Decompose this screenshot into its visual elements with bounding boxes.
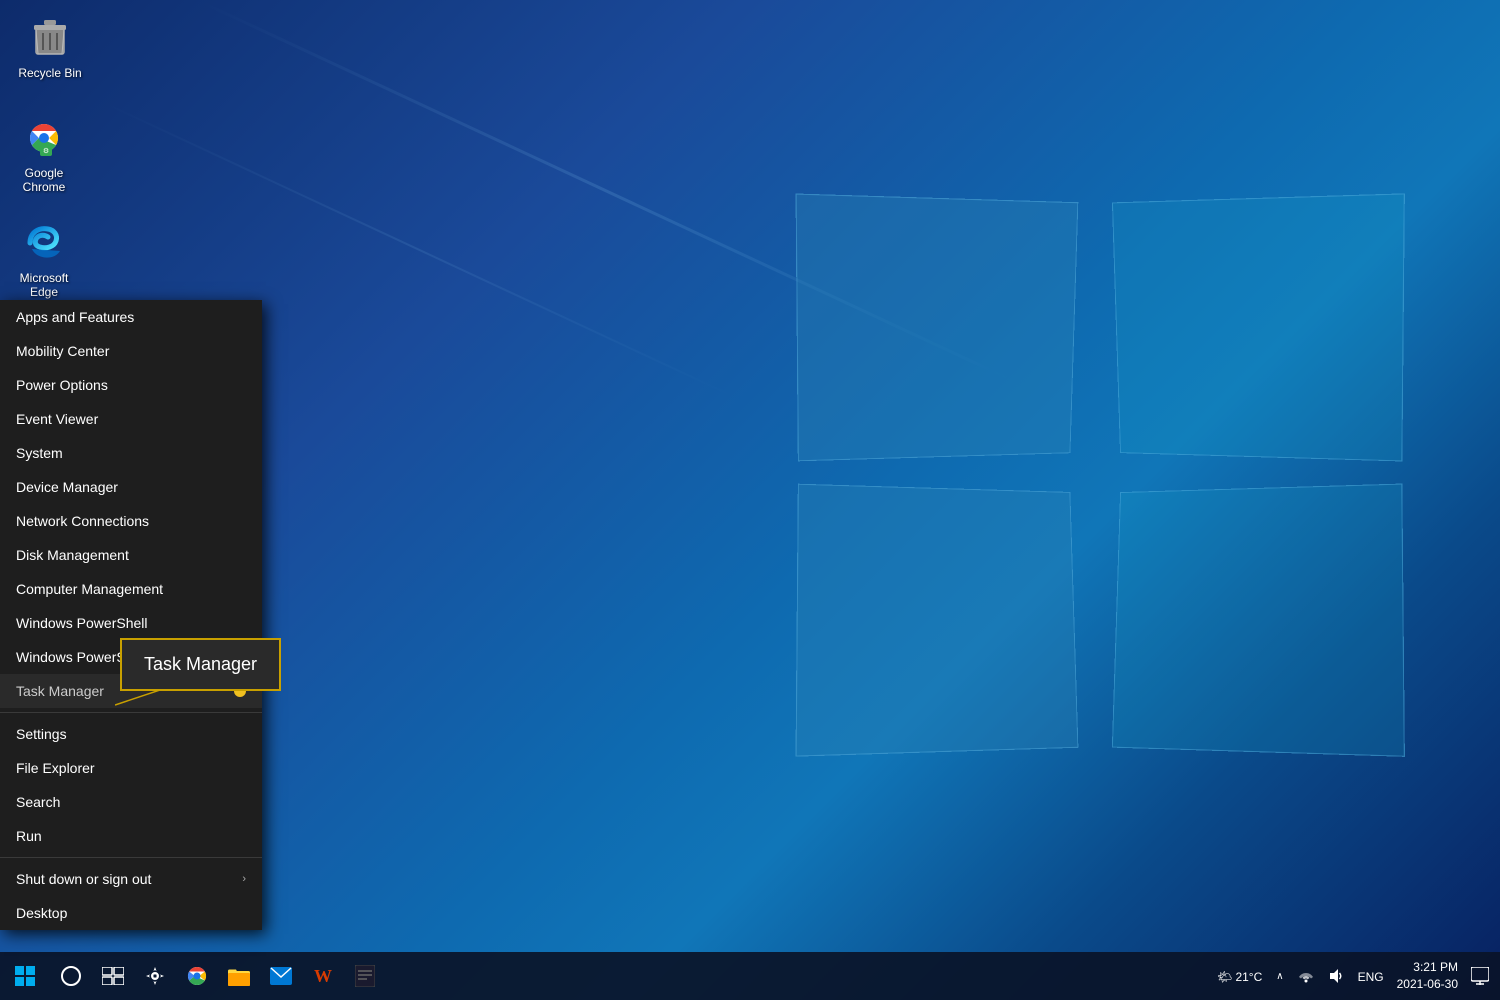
taskbar: W 🌤 21°C ∧ [0,952,1500,1000]
taskbar-search-button[interactable] [50,955,92,997]
recycle-bin-icon[interactable]: Recycle Bin [10,10,90,84]
google-chrome-label: Google Chrome [8,166,80,195]
logo-panel-tl [796,194,1079,462]
menu-item-windows-powershell[interactable]: Windows PowerShell [0,606,262,640]
desktop: Recycle Bin ⚙ Google Chrome [0,0,1500,1000]
menu-item-file-explorer[interactable]: File Explorer [0,751,262,785]
windows-logo-decoration [800,200,1400,750]
taskbar-office-icon[interactable]: W [302,955,344,997]
shut-down-arrow-icon: › [242,873,246,885]
menu-item-settings[interactable]: Settings [0,717,262,751]
network-tray-icon[interactable] [1295,967,1317,985]
menu-item-disk-management[interactable]: Disk Management [0,538,262,572]
taskbar-file-explorer-icon[interactable] [218,955,260,997]
taskbar-settings-icon[interactable] [134,955,176,997]
logo-panel-br [1112,484,1405,757]
menu-item-search[interactable]: Search [0,785,262,819]
menu-item-event-viewer[interactable]: Event Viewer [0,402,262,436]
system-clock[interactable]: 3:21 PM 2021-06-30 [1393,959,1462,993]
recycle-bin-image [26,14,74,62]
microsoft-edge-icon[interactable]: Microsoft Edge [4,215,84,304]
menu-separator-1 [0,712,262,713]
menu-item-desktop[interactable]: Desktop [0,896,262,930]
taskbar-task-view-button[interactable] [92,955,134,997]
taskbar-right: 🌤 21°C ∧ [1214,959,1500,993]
language-tray-icon[interactable]: ENG [1355,967,1387,986]
notification-center-icon[interactable] [1468,964,1492,988]
menu-item-device-manager[interactable]: Device Manager [0,470,262,504]
taskbar-mail-icon[interactable] [260,955,302,997]
tray-expand-icon[interactable]: ∧ [1273,969,1286,984]
taskbar-chrome-icon[interactable] [176,955,218,997]
weather-tray-icon[interactable]: 🌤 21°C [1214,967,1265,986]
task-manager-tooltip: Task Manager [120,638,281,691]
google-chrome-image: ⚙ [20,114,68,162]
start-button[interactable] [0,955,50,997]
menu-separator-2 [0,857,262,858]
system-tray: 🌤 21°C ∧ [1214,966,1387,986]
logo-panel-tr [1112,193,1405,461]
menu-item-computer-management[interactable]: Computer Management [0,572,262,606]
context-menu: Apps and Features Mobility Center Power … [0,300,262,930]
svg-text:⚙: ⚙ [43,147,49,155]
menu-item-run[interactable]: Run [0,819,262,853]
logo-panel-bl [796,484,1079,757]
recycle-bin-label: Recycle Bin [18,66,81,80]
google-chrome-icon[interactable]: ⚙ Google Chrome [4,110,84,199]
microsoft-edge-image [20,219,68,267]
taskbar-notes-icon[interactable] [344,955,386,997]
menu-item-network-connections[interactable]: Network Connections [0,504,262,538]
menu-item-apps-features[interactable]: Apps and Features [0,300,262,334]
volume-tray-icon[interactable] [1325,966,1347,986]
menu-item-mobility-center[interactable]: Mobility Center [0,334,262,368]
microsoft-edge-label: Microsoft Edge [8,271,80,300]
menu-item-system[interactable]: System [0,436,262,470]
menu-item-shut-down[interactable]: Shut down or sign out › [0,862,262,896]
menu-item-power-options[interactable]: Power Options [0,368,262,402]
